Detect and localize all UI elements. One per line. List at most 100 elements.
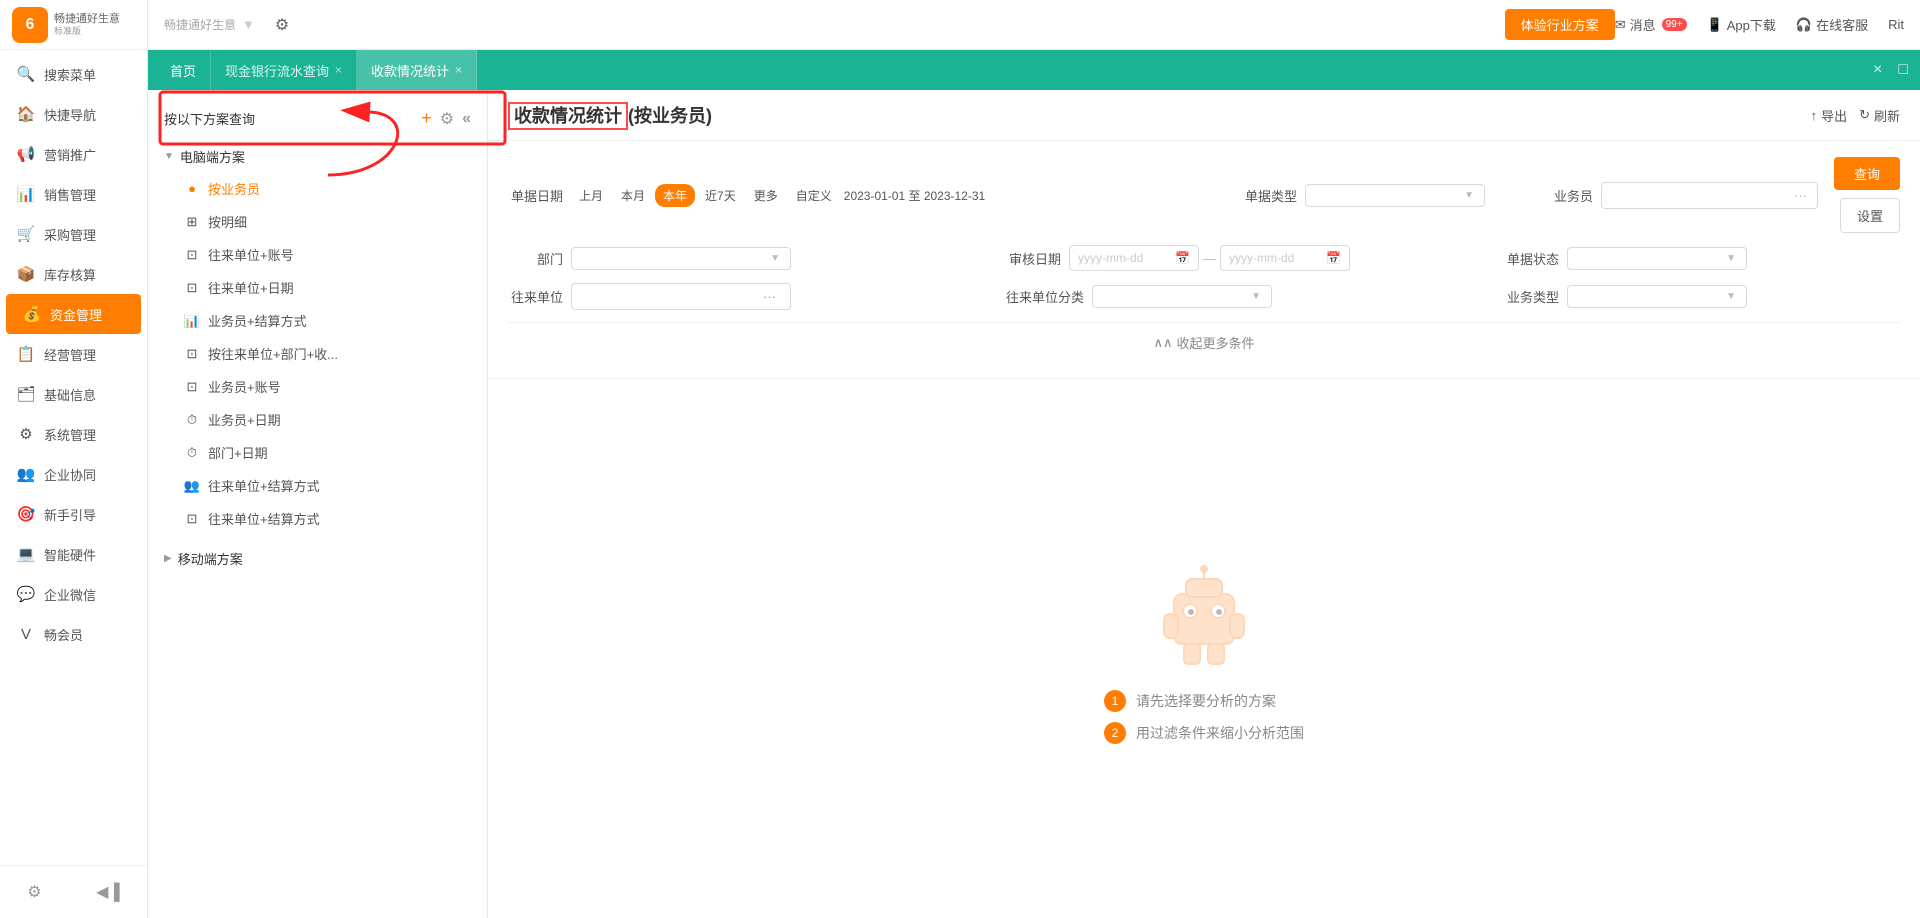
sidebar-item-guide[interactable]: 🎯 新手引导 <box>0 494 147 534</box>
scheme-item-by-detail[interactable]: ⊞ 按明细 <box>148 205 487 238</box>
business-type-select[interactable]: ▼ <box>1567 285 1747 308</box>
member-nav-icon: V <box>16 624 36 644</box>
tab-close-bank-flow[interactable]: × <box>335 63 342 77</box>
collapse-more-btn[interactable]: ∧∧ 收起更多条件 <box>508 322 1900 362</box>
scheme-item-salesperson-account[interactable]: ⊡ 业务员+账号 <box>148 370 487 403</box>
scheme-item-partner-date[interactable]: ⊡ 往来单位+日期 <box>148 271 487 304</box>
hardware-nav-icon: 💻 <box>16 544 36 564</box>
dept-control: ▼ <box>571 247 990 270</box>
scheme-item-partner-settlement2[interactable]: ⊡ 往来单位+结算方式 <box>148 502 487 535</box>
app-download-btn[interactable]: 📱 App下载 <box>1707 15 1776 34</box>
download-icon: 📱 <box>1707 17 1723 33</box>
voucher-status-control: ▼ <box>1567 247 1784 270</box>
add-scheme-btn[interactable]: + <box>421 108 432 129</box>
breadcrumb: 畅捷通好生意 ▼ <box>164 16 255 33</box>
scheme-title: 按以下方案查询 <box>164 109 255 128</box>
settings-footer-btn[interactable]: ⚙ <box>21 876 47 908</box>
scheme-item-salesperson-date[interactable]: ⏱ 业务员+日期 <box>148 403 487 436</box>
filter-salesperson-item: 业务员 ··· <box>1538 182 1818 209</box>
voucher-type-select[interactable]: ▼ <box>1305 184 1485 207</box>
desktop-group-header[interactable]: ▼ 电脑端方案 <box>148 141 487 172</box>
trial-industry-button[interactable]: 体验行业方案 <box>1505 9 1615 40</box>
tab-bank-flow[interactable]: 现金银行流水查询 × <box>211 50 357 90</box>
message-btn[interactable]: ✉ 消息 99+ <box>1615 15 1687 34</box>
salesperson-label: 业务员 <box>1538 186 1593 205</box>
scheme-item-partner-dept-collect[interactable]: ⊡ 按往来单位+部门+收... <box>148 337 487 370</box>
user-name-btn[interactable]: Rit <box>1888 17 1904 32</box>
scheme-item-partner-account[interactable]: ⊡ 往来单位+账号 <box>148 238 487 271</box>
sidebar-footer: ⚙ ◀▐ <box>0 865 147 918</box>
hint-num-2: 2 <box>1104 722 1126 744</box>
scheme-item-by-salesperson[interactable]: ● 按业务员 <box>148 172 487 205</box>
sidebar-item-collab[interactable]: 👥 企业协同 <box>0 454 147 494</box>
scheme-person-icon: ● <box>184 181 200 197</box>
filter-partner-category-item: 往来单位分类 ▼ <box>1006 285 1488 308</box>
message-icon: ✉ <box>1615 17 1626 33</box>
scheme-item-dept-date[interactable]: ⏱ 部门+日期 <box>148 436 487 469</box>
sidebar: 6 畅捷通好生意 标准版 🔍 搜索菜单 🏠 快捷导航 📢 营销推广 📊 销售管理 <box>0 0 148 918</box>
scheme-item-partner-settlement1[interactable]: 👥 往来单位+结算方式 <box>148 469 487 502</box>
more-icon: ··· <box>1794 188 1807 203</box>
system-nav-icon: ⚙ <box>16 424 36 444</box>
gear-settings-btn[interactable]: ⚙ <box>275 17 289 34</box>
online-service-btn[interactable]: 🎧 在线客服 <box>1796 15 1868 34</box>
partner-category-select[interactable]: ▼ <box>1092 285 1272 308</box>
refresh-button[interactable]: ↻ 刷新 <box>1859 106 1900 125</box>
right-panel: 收款情况统计(按业务员) ↑ 导出 ↻ 刷新 <box>488 90 1920 918</box>
top-bar: 畅捷通好生意 ▼ ⚙ 体验行业方案 ✉ 消息 99+ 📱 App下载 🎧 <box>148 0 1920 50</box>
sidebar-item-basic[interactable]: 🗂 基础信息 <box>0 374 147 414</box>
approval-date-end[interactable]: yyyy-mm-dd 📅 <box>1220 245 1350 271</box>
sidebar-item-wechat[interactable]: 💬 企业微信 <box>0 574 147 614</box>
sidebar-item-quicknav[interactable]: 🏠 快捷导航 <box>0 94 147 134</box>
sidebar-item-member[interactable]: V 畅会员 <box>0 614 147 654</box>
collapse-footer-btn[interactable]: ◀▐ <box>90 876 126 908</box>
voucher-status-select[interactable]: ▼ <box>1567 247 1747 270</box>
mobile-group-header[interactable]: ▶ 移动端方案 <box>148 543 487 574</box>
sidebar-item-hardware[interactable]: 💻 智能硬件 <box>0 534 147 574</box>
collab-nav-icon: 👥 <box>16 464 36 484</box>
salesperson-select[interactable]: ··· <box>1601 182 1818 209</box>
sidebar-item-sales[interactable]: 📊 销售管理 <box>0 174 147 214</box>
scheme-settings-btn[interactable]: ⚙ <box>440 109 454 129</box>
sidebar-item-purchase[interactable]: 🛒 采购管理 <box>0 214 147 254</box>
sidebar-item-system[interactable]: ⚙ 系统管理 <box>0 414 147 454</box>
collapse-scheme-btn[interactable]: « <box>462 110 471 128</box>
operations-nav-icon: 📋 <box>16 344 36 364</box>
tab-home[interactable]: 首页 <box>156 50 211 90</box>
approval-date-start[interactable]: yyyy-mm-dd 📅 <box>1069 245 1199 271</box>
scheme-chart-icon: 📊 <box>184 313 200 329</box>
top-bar-right: ✉ 消息 99+ 📱 App下载 🎧 在线客服 Rit <box>1615 15 1904 34</box>
sidebar-item-inventory[interactable]: 📦 库存核算 <box>0 254 147 294</box>
scheme-item-salesperson-settlement[interactable]: 📊 业务员+结算方式 <box>148 304 487 337</box>
sidebar-item-operations[interactable]: 📋 经营管理 <box>0 334 147 374</box>
scheme-table5-icon: ⊡ <box>184 511 200 527</box>
query-button[interactable]: 查询 <box>1834 157 1900 190</box>
sidebar-item-marketing[interactable]: 📢 营销推广 <box>0 134 147 174</box>
date-tab-this-year[interactable]: 本年 <box>655 184 695 207</box>
scheme-panel: 按以下方案查询 + ⚙ « ▼ 电脑端方案 ● 按业务员 <box>148 90 488 918</box>
export-button[interactable]: ↑ 导出 <box>1811 106 1848 125</box>
date-range-display: 2023-01-01 至 2023-12-31 <box>844 187 985 204</box>
date-tab-7days[interactable]: 近7天 <box>697 184 744 207</box>
date-tab-last-month[interactable]: 上月 <box>571 184 611 207</box>
sidebar-logo: 6 畅捷通好生意 标准版 <box>0 0 147 50</box>
maximize-window-btn[interactable]: □ <box>1894 57 1912 83</box>
page-title: 收款情况统计(按业务员) <box>508 102 712 128</box>
scheme-table4-icon: ⊡ <box>184 379 200 395</box>
sidebar-navigation: 🔍 搜索菜单 🏠 快捷导航 📢 营销推广 📊 销售管理 🛒 采购管理 📦 <box>0 50 147 865</box>
dept-select[interactable]: ▼ <box>571 247 791 270</box>
sidebar-item-finance[interactable]: 💰 资金管理 <box>6 294 141 334</box>
partner-select[interactable]: ··· <box>571 283 791 310</box>
scheme-table2-icon: ⊡ <box>184 280 200 296</box>
date-tabs: 上月 本月 本年 近7天 更多 自定义 <box>571 184 840 207</box>
tab-close-receivable[interactable]: × <box>455 63 462 77</box>
approval-date-control: yyyy-mm-dd 📅 — yyyy-mm-dd 📅 <box>1069 245 1488 271</box>
date-tab-custom[interactable]: 自定义 <box>788 184 840 207</box>
date-tab-more[interactable]: 更多 <box>746 184 786 207</box>
filter-settings-button[interactable]: 设置 <box>1840 198 1900 233</box>
tab-receivable-stats[interactable]: 收款情况统计 × <box>357 50 477 90</box>
close-window-btn[interactable]: × <box>1869 57 1886 83</box>
partner-more-btn[interactable]: ··· <box>759 289 780 304</box>
date-tab-this-month[interactable]: 本月 <box>613 184 653 207</box>
sidebar-item-search[interactable]: 🔍 搜索菜单 <box>0 54 147 94</box>
